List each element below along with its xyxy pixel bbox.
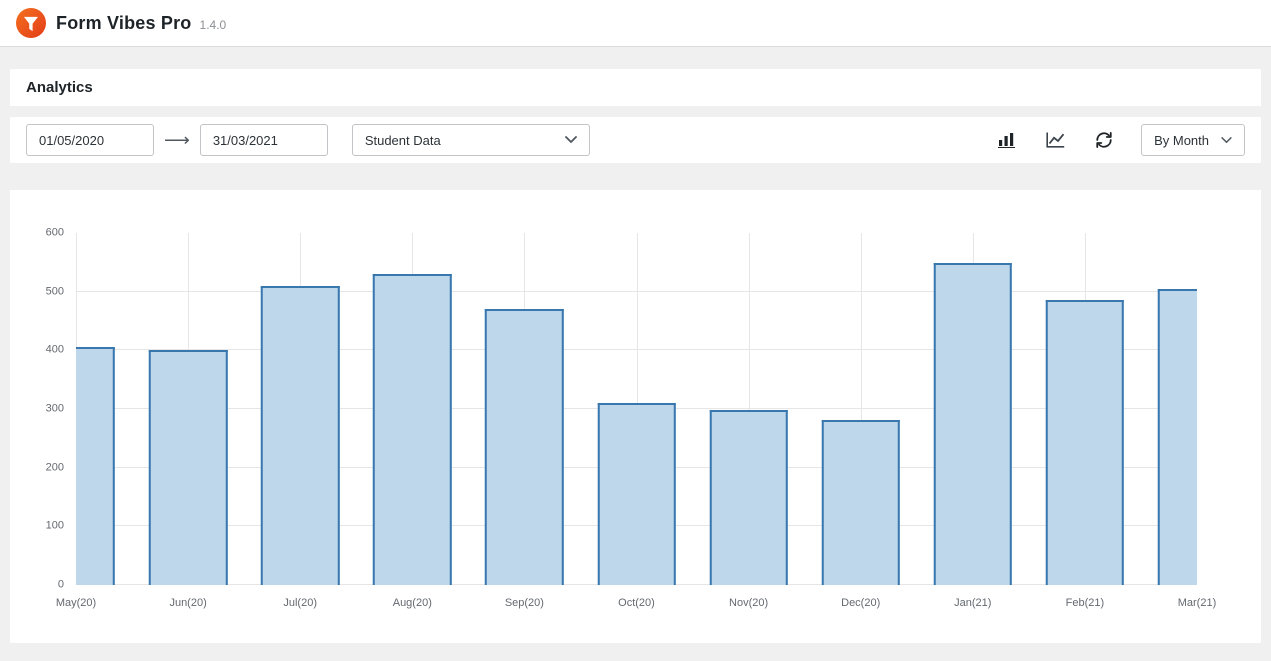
y-tick-label: 0 [57, 578, 64, 591]
app-version: 1.4.0 [199, 17, 227, 32]
app-title: Form Vibes Pro [56, 12, 192, 33]
x-tick-label: May(20) [55, 597, 97, 609]
bar-Jul(20)[interactable] [260, 286, 340, 585]
bar-Aug(20)[interactable] [373, 274, 452, 585]
y-axis: 0 100 200 300 400 500 600 [30, 227, 76, 590]
chart-plot[interactable] [76, 233, 1197, 585]
bar-Feb(21)[interactable] [1045, 300, 1125, 585]
line-chart-view-button[interactable] [1044, 130, 1067, 150]
date-from-input[interactable] [26, 124, 154, 156]
form-vibes-logo-icon [16, 8, 46, 38]
arrow-right-icon: ⟶ [164, 130, 190, 150]
bar-Sep(20)[interactable] [485, 308, 564, 585]
data-source-select[interactable]: Student Data [351, 124, 590, 156]
x-tick-label: Aug(20) [392, 597, 432, 609]
y-tick-label: 600 [45, 226, 64, 239]
bar-Nov(20)[interactable] [709, 410, 788, 585]
y-tick-label: 400 [45, 343, 64, 356]
bar-Jun(20)[interactable] [148, 350, 228, 585]
x-axis: May(20) Jun(20) Jul(20) Aug(20) Sep(20) Oct(2… [56, 594, 1216, 614]
x-tick-label: Jun(20) [169, 597, 207, 609]
x-tick-label: Nov(20) [729, 597, 769, 609]
x-tick-label: Mar(21) [1177, 597, 1217, 609]
refresh-button[interactable] [1093, 129, 1115, 151]
chevron-down-icon [564, 136, 577, 144]
bar-Mar(21)[interactable] [1157, 289, 1197, 585]
x-tick-label: Sep(20) [504, 597, 544, 609]
y-tick-label: 200 [45, 461, 64, 474]
filters-toolbar: ⟶ Student Data [10, 117, 1261, 163]
bar-Jan(21)[interactable] [933, 262, 1013, 585]
bar-chart: 0 100 200 300 400 500 600 May(20) Jun(20) Jul(20… [30, 227, 1217, 614]
plot-wrap: May(20) Jun(20) Jul(20) Aug(20) Sep(20) Oct(2… [56, 233, 1216, 614]
x-tick-label: Jan(21) [954, 597, 992, 609]
bar-Oct(20)[interactable] [597, 403, 676, 585]
x-tick-label: Feb(21) [1065, 597, 1105, 609]
y-tick-label: 500 [45, 285, 64, 298]
group-by-select[interactable]: By Month [1141, 124, 1245, 156]
date-to-input[interactable] [199, 124, 328, 156]
y-tick-label: 300 [45, 402, 64, 415]
toolbar-right-group: By Month [996, 124, 1245, 156]
data-source-value: Student Data [364, 132, 441, 148]
refresh-icon [1096, 132, 1112, 148]
bar-Dec(20)[interactable] [821, 420, 900, 585]
bar-chart-icon [998, 133, 1016, 148]
line-chart-icon [1046, 132, 1065, 148]
chevron-down-icon [1221, 136, 1232, 144]
x-tick-label: Dec(20) [841, 597, 881, 609]
x-tick-label: Jul(20) [283, 597, 317, 609]
panel-title: Analytics [26, 79, 93, 96]
analytics-panel-header: Analytics [10, 69, 1261, 106]
top-bar: Form Vibes Pro 1.4.0 [0, 0, 1271, 47]
x-tick-label: Oct(20) [618, 597, 655, 609]
chart-card: 0 100 200 300 400 500 600 May(20) Jun(20) Jul(20… [10, 190, 1261, 643]
y-tick-label: 100 [45, 519, 64, 532]
bar-May(20)[interactable] [76, 347, 116, 585]
group-by-value: By Month [1154, 132, 1209, 148]
bar-chart-view-button[interactable] [996, 130, 1018, 150]
